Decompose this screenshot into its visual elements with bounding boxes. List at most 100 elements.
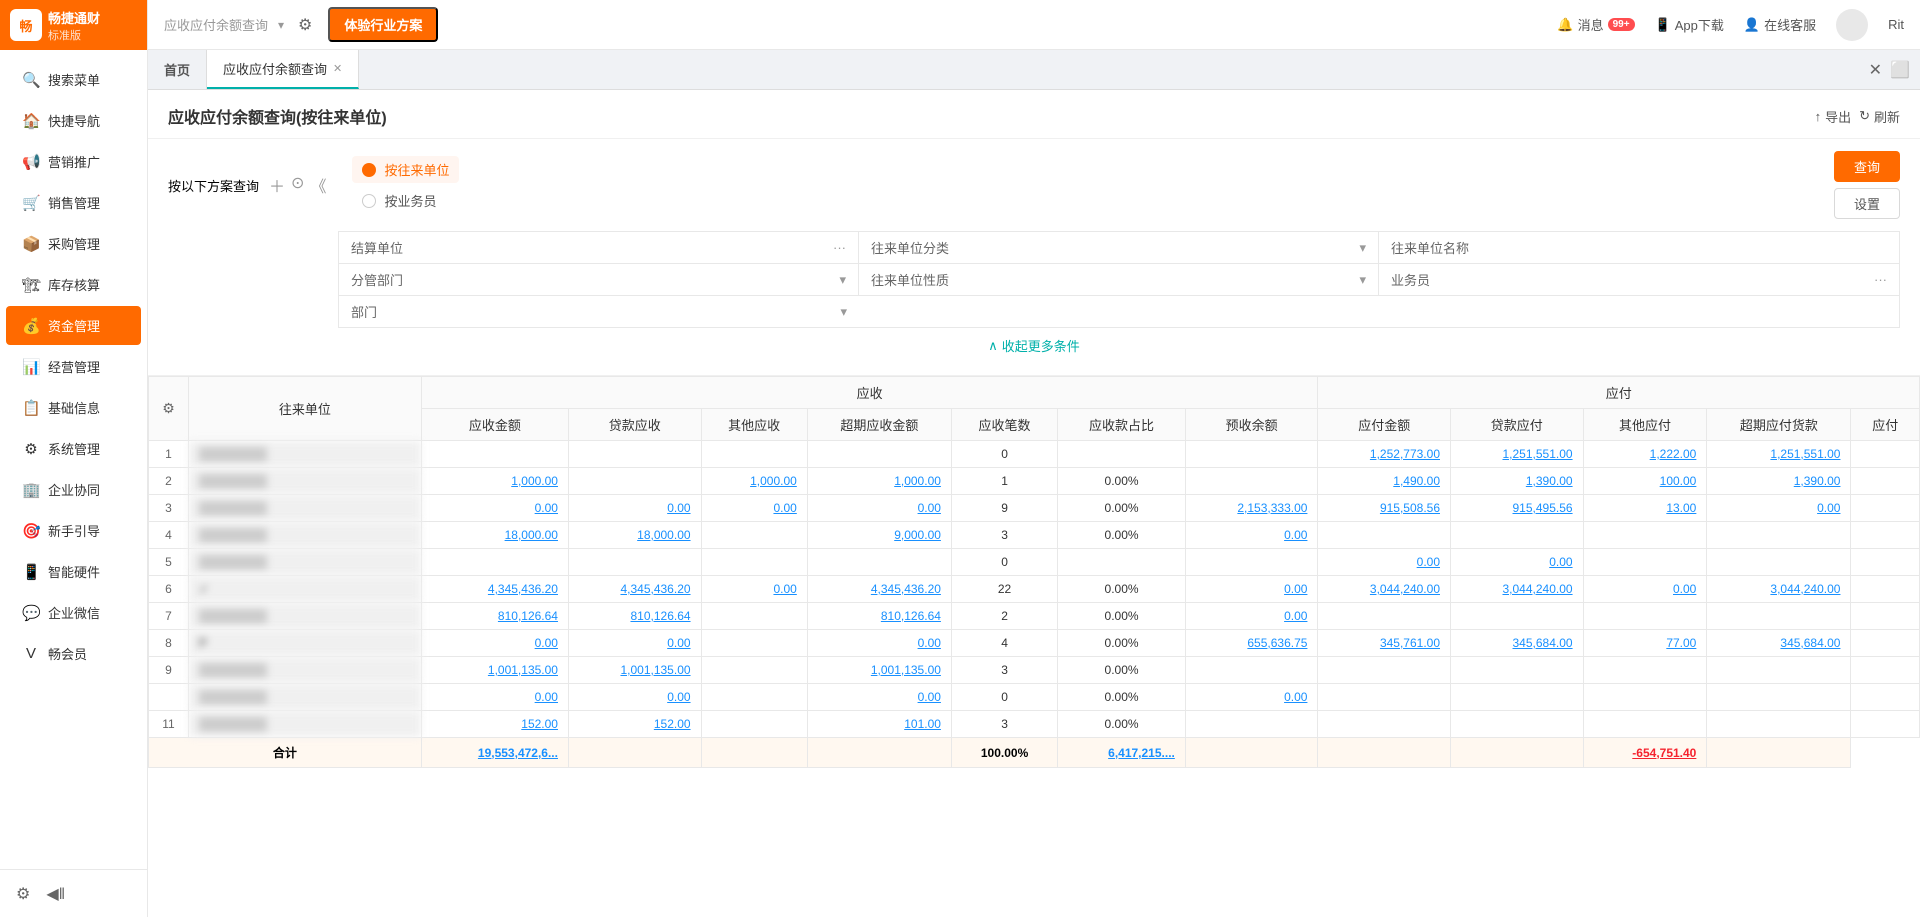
filter-salesperson-input[interactable] xyxy=(1436,272,1868,287)
row-ar-overdue[interactable]: 101.00 xyxy=(807,711,951,738)
row-ar-other[interactable] xyxy=(701,684,807,711)
sidebar-item-quick-nav[interactable]: 🏠 快捷导航 xyxy=(6,101,141,140)
row-ap-amount[interactable]: 1,252,773.00 xyxy=(1318,441,1451,468)
row-ap-overdue[interactable]: 1,251,551.00 xyxy=(1707,441,1851,468)
view-option-by-staff[interactable]: 按业务员 xyxy=(352,187,459,214)
row-ap-other[interactable]: 100.00 xyxy=(1583,468,1707,495)
row-ap-overdue[interactable] xyxy=(1707,522,1851,549)
row-ar-advance[interactable]: 0.00 xyxy=(1185,522,1318,549)
sidebar-item-finance[interactable]: 💰 资金管理 xyxy=(6,306,141,345)
sidebar-settings-btn[interactable]: ⚙ xyxy=(16,884,30,904)
row-ar-amount[interactable]: 4,345,436.20 xyxy=(421,576,568,603)
row-ar-advance[interactable] xyxy=(1185,441,1318,468)
row-ar-other[interactable]: 1,000.00 xyxy=(701,468,807,495)
row-ar-loan[interactable]: 0.00 xyxy=(568,630,701,657)
row-ar-amount[interactable]: 1,001,135.00 xyxy=(421,657,568,684)
row-ap-loan[interactable] xyxy=(1451,657,1584,684)
row-ap-loan[interactable]: 1,390.00 xyxy=(1451,468,1584,495)
row-ap-loan[interactable] xyxy=(1451,684,1584,711)
row-ar-amount[interactable]: 18,000.00 xyxy=(421,522,568,549)
row-ap-amount[interactable]: 3,044,240.00 xyxy=(1318,576,1451,603)
row-ap-loan[interactable]: 1,251,551.00 xyxy=(1451,441,1584,468)
row-ap-amount[interactable]: 0.00 xyxy=(1318,549,1451,576)
row-ap-amount[interactable]: 345,761.00 xyxy=(1318,630,1451,657)
row-ar-overdue[interactable]: 1,001,135.00 xyxy=(807,657,951,684)
row-ar-amount[interactable]: 810,126.64 xyxy=(421,603,568,630)
row-ap-amount[interactable]: 915,508.56 xyxy=(1318,495,1451,522)
tab-close-window-icon[interactable]: ✕ xyxy=(1869,60,1882,80)
row-ap-other[interactable] xyxy=(1583,657,1707,684)
row-ar-other[interactable]: 0.00 xyxy=(701,576,807,603)
promo-button[interactable]: 体验行业方案 xyxy=(328,7,438,42)
row-ap-loan[interactable]: 915,495.56 xyxy=(1451,495,1584,522)
row-ar-overdue[interactable]: 9,000.00 xyxy=(807,522,951,549)
filter-settings-btn[interactable]: ⊙ xyxy=(291,173,304,197)
row-ap-overdue[interactable]: 345,684.00 xyxy=(1707,630,1851,657)
row-ar-amount[interactable]: 0.00 xyxy=(421,684,568,711)
filter-collapse-btn[interactable]: 《 xyxy=(310,173,326,197)
footer-ar-total[interactable]: 19,553,472,6... xyxy=(421,738,568,768)
row-ar-advance[interactable]: 655,636.75 xyxy=(1185,630,1318,657)
row-ar-other[interactable] xyxy=(701,522,807,549)
tab-home[interactable]: 首页 xyxy=(148,50,207,89)
filter-settlement-input[interactable] xyxy=(409,240,827,255)
row-ar-overdue[interactable]: 0.00 xyxy=(807,630,951,657)
filter-partner-cat-input[interactable] xyxy=(955,240,1353,255)
row-ap-amount[interactable] xyxy=(1318,603,1451,630)
tab-maximize-icon[interactable]: ⬜ xyxy=(1890,60,1910,80)
sidebar-item-purchase[interactable]: 📦 采购管理 xyxy=(6,224,141,263)
tab-ar-ap[interactable]: 应收应付余额查询 ✕ xyxy=(207,50,359,89)
row-ar-loan[interactable]: 18,000.00 xyxy=(568,522,701,549)
row-ar-loan[interactable]: 0.00 xyxy=(568,684,701,711)
row-ar-overdue[interactable]: 0.00 xyxy=(807,684,951,711)
tab-close-icon[interactable]: ✕ xyxy=(333,62,342,75)
row-ap-other[interactable]: 77.00 xyxy=(1583,630,1707,657)
query-button[interactable]: 查询 xyxy=(1834,151,1900,182)
row-ar-loan[interactable]: 4,345,436.20 xyxy=(568,576,701,603)
settings-button[interactable]: 设置 xyxy=(1834,188,1900,219)
row-ap-overdue[interactable] xyxy=(1707,657,1851,684)
row-ap-loan[interactable] xyxy=(1451,711,1584,738)
filter-settlement-dots-icon[interactable]: ··· xyxy=(833,240,846,255)
row-ar-amount[interactable]: 0.00 xyxy=(421,630,568,657)
row-ap-amount[interactable] xyxy=(1318,522,1451,549)
row-ap-other[interactable]: 1,222.00 xyxy=(1583,441,1707,468)
row-ap-other[interactable] xyxy=(1583,549,1707,576)
row-ap-overdue[interactable] xyxy=(1707,603,1851,630)
sidebar-collapse-btn[interactable]: ◀‖ xyxy=(46,884,65,904)
row-ar-other[interactable] xyxy=(701,630,807,657)
customer-service-btn[interactable]: 👤 在线客服 xyxy=(1744,15,1816,34)
row-ar-other[interactable] xyxy=(701,549,807,576)
row-ap-overdue[interactable]: 0.00 xyxy=(1707,495,1851,522)
filter-partner-cat-chevron-icon[interactable]: ▾ xyxy=(1359,240,1366,256)
row-ap-overdue[interactable] xyxy=(1707,711,1851,738)
filter-partner-nature-input[interactable] xyxy=(955,272,1353,287)
row-ap-overdue[interactable] xyxy=(1707,549,1851,576)
sidebar-item-member[interactable]: V 畅会员 xyxy=(6,634,141,673)
row-ap-other[interactable]: 0.00 xyxy=(1583,576,1707,603)
row-ap-other[interactable] xyxy=(1583,603,1707,630)
row-ar-overdue[interactable]: 0.00 xyxy=(807,495,951,522)
app-download-btn[interactable]: 📱 App下载 xyxy=(1655,15,1724,34)
notifications-btn[interactable]: 🔔 消息 99+ xyxy=(1557,15,1634,34)
row-ar-other[interactable] xyxy=(701,441,807,468)
export-btn[interactable]: ↑ 导出 xyxy=(1815,107,1852,126)
table-container[interactable]: ⚙ 往来单位 应收 应付 应收金额 贷款应收 其他应收 超 xyxy=(148,376,1920,893)
row-ap-loan[interactable] xyxy=(1451,603,1584,630)
filter-add-btn[interactable]: ＋ xyxy=(269,173,285,197)
row-ar-loan[interactable]: 810,126.64 xyxy=(568,603,701,630)
sidebar-item-search[interactable]: 🔍 搜索菜单 xyxy=(6,60,141,99)
row-ap-loan[interactable]: 0.00 xyxy=(1451,549,1584,576)
row-ar-other[interactable] xyxy=(701,711,807,738)
sidebar-item-guide[interactable]: 🎯 新手引导 xyxy=(6,511,141,550)
row-ap-other[interactable] xyxy=(1583,711,1707,738)
row-ar-loan[interactable] xyxy=(568,441,701,468)
row-ar-advance[interactable]: 2,153,333.00 xyxy=(1185,495,1318,522)
row-ar-advance[interactable] xyxy=(1185,468,1318,495)
row-ap-overdue[interactable] xyxy=(1707,684,1851,711)
table-settings-gear-icon[interactable]: ⚙ xyxy=(162,400,175,416)
row-ar-loan[interactable] xyxy=(568,549,701,576)
row-ap-other[interactable] xyxy=(1583,684,1707,711)
row-ar-amount[interactable] xyxy=(421,441,568,468)
row-ar-advance[interactable] xyxy=(1185,549,1318,576)
